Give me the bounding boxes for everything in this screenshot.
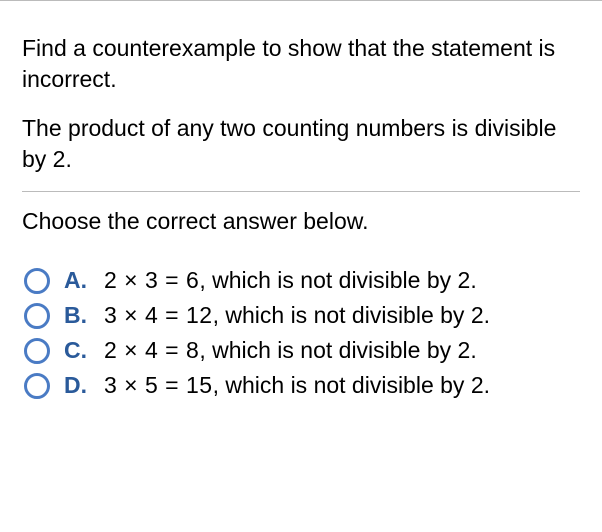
option-label-b: B.: [64, 302, 90, 329]
question-container: Find a counterexample to show that the s…: [0, 15, 602, 417]
option-label-a: A.: [64, 267, 90, 294]
instruction-text: Choose the correct answer below.: [22, 206, 580, 237]
radio-c[interactable]: [24, 338, 50, 364]
option-text-d: 3 × 5 = 15, which is not divisible by 2.: [104, 372, 490, 399]
radio-b[interactable]: [24, 303, 50, 329]
options-group: A. 2 × 3 = 6, which is not divisible by …: [22, 267, 580, 399]
option-d[interactable]: D. 3 × 5 = 15, which is not divisible by…: [24, 372, 580, 399]
option-label-c: C.: [64, 337, 90, 364]
question-text: Find a counterexample to show that the s…: [22, 33, 580, 95]
option-c[interactable]: C. 2 × 4 = 8, which is not divisible by …: [24, 337, 580, 364]
option-label-d: D.: [64, 372, 90, 399]
top-divider: [0, 0, 602, 1]
option-text-b: 3 × 4 = 12, which is not divisible by 2.: [104, 302, 490, 329]
radio-a[interactable]: [24, 268, 50, 294]
option-text-a: 2 × 3 = 6, which is not divisible by 2.: [104, 267, 477, 294]
option-b[interactable]: B. 3 × 4 = 12, which is not divisible by…: [24, 302, 580, 329]
option-a[interactable]: A. 2 × 3 = 6, which is not divisible by …: [24, 267, 580, 294]
radio-d[interactable]: [24, 373, 50, 399]
option-text-c: 2 × 4 = 8, which is not divisible by 2.: [104, 337, 477, 364]
statement-text: The product of any two counting numbers …: [22, 113, 580, 192]
